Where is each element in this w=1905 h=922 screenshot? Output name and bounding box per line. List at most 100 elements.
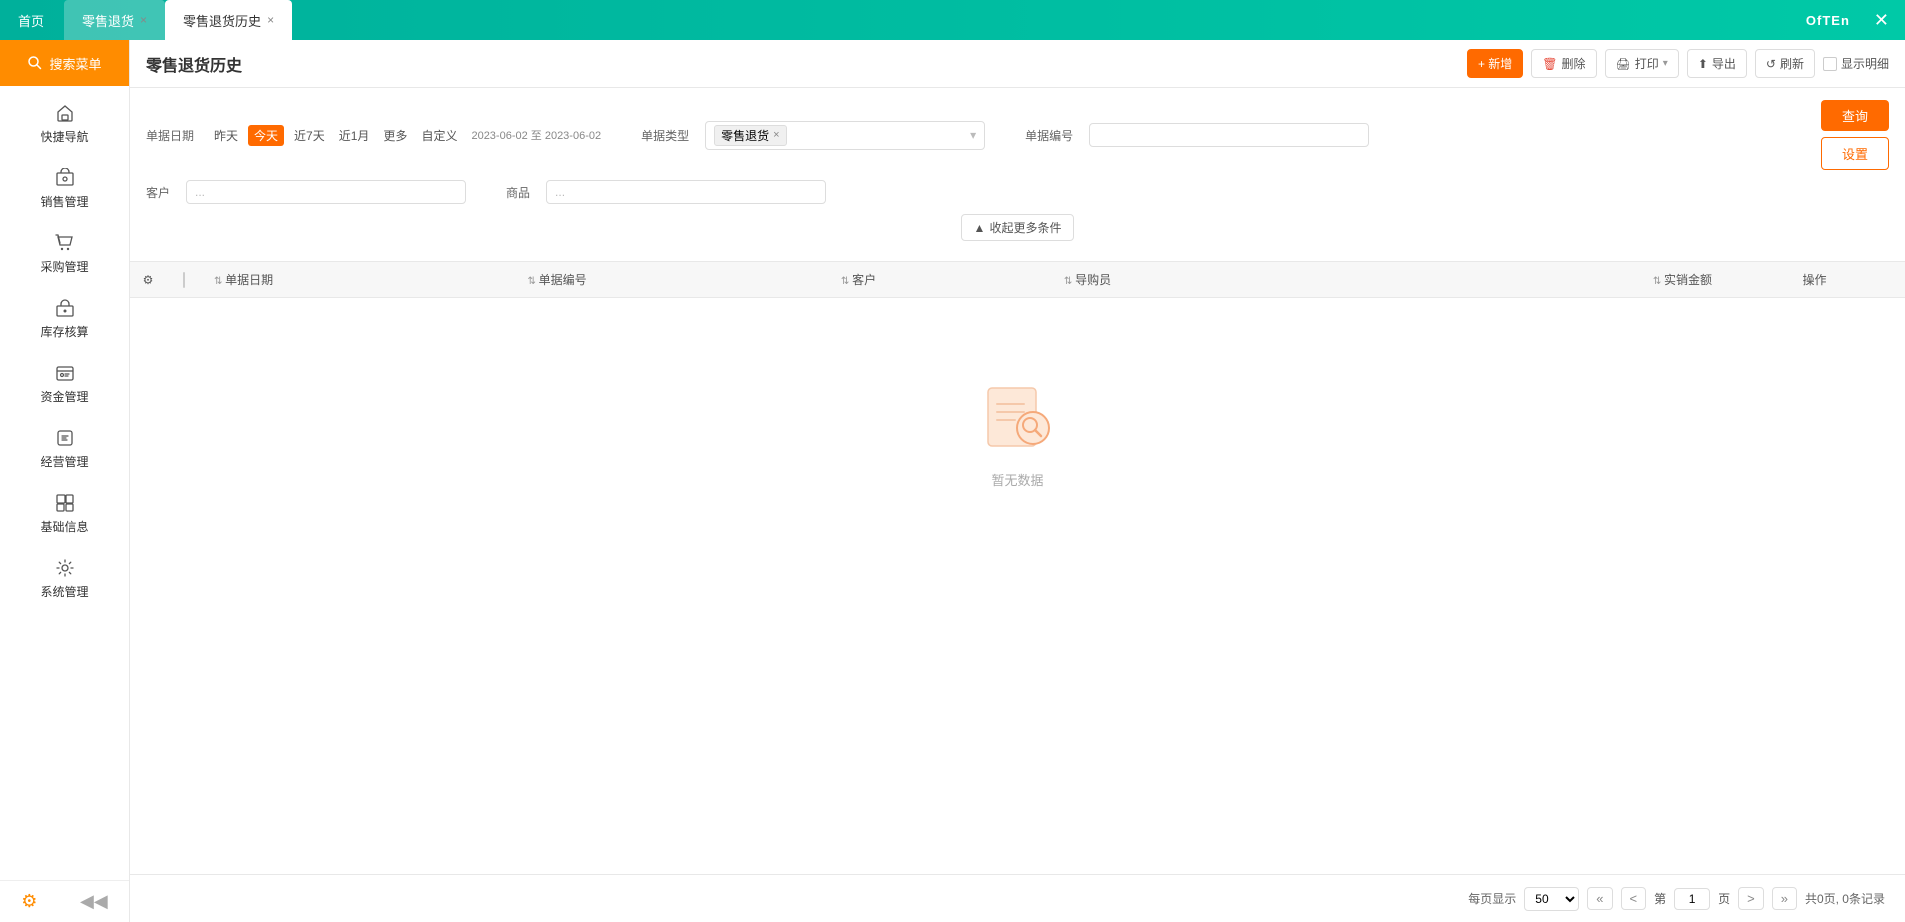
customer-placeholder: ... bbox=[195, 185, 205, 199]
new-button[interactable]: + 新增 bbox=[1467, 49, 1523, 78]
th-doc-date[interactable]: 单据日期 bbox=[202, 262, 515, 298]
export-button[interactable]: ⬆ 导出 bbox=[1687, 49, 1747, 78]
per-page-label: 每页显示 bbox=[1468, 890, 1516, 907]
page-input[interactable] bbox=[1674, 888, 1710, 910]
page-next-button[interactable]: > bbox=[1738, 887, 1764, 910]
th-customer-label: 客户 bbox=[852, 273, 876, 287]
date-filter-label: 单据日期 bbox=[146, 127, 194, 144]
date-opt-yesterday[interactable]: 昨天 bbox=[210, 125, 242, 146]
refresh-button[interactable]: ↺ 刷新 bbox=[1755, 49, 1815, 78]
empty-state-icon bbox=[973, 378, 1063, 458]
doc-type-tag: 零售退货 × bbox=[714, 125, 786, 146]
delete-button[interactable]: 🗑 删除 bbox=[1531, 49, 1596, 78]
sidebar-search-label: 搜索菜单 bbox=[49, 54, 101, 73]
th-doc-no-label: 单据编号 bbox=[539, 273, 587, 287]
sidebar-item-sales[interactable]: 销售管理 bbox=[0, 155, 129, 220]
th-guide[interactable]: 导购员 bbox=[1052, 262, 1320, 298]
th-action-label: 操作 bbox=[1803, 273, 1827, 287]
select-all-checkbox[interactable] bbox=[183, 272, 185, 288]
sidebar-item-basic-info[interactable]: 基础信息 bbox=[0, 480, 129, 545]
print-button[interactable]: 🖨 打印 ▾ bbox=[1605, 49, 1679, 78]
tab-retail-return-close[interactable]: × bbox=[140, 13, 147, 27]
sidebar-search-button[interactable]: 搜索菜单 bbox=[0, 40, 129, 86]
sidebar-item-ops[interactable]: 经营管理 bbox=[0, 415, 129, 480]
empty-state: 暂无数据 bbox=[130, 298, 1905, 569]
doc-type-tag-close[interactable]: × bbox=[773, 129, 779, 141]
th-customer[interactable]: 客户 bbox=[829, 262, 1052, 298]
page-last-button[interactable]: » bbox=[1772, 887, 1797, 910]
customer-filter-label: 客户 bbox=[146, 184, 170, 201]
sidebar-settings-button[interactable]: ⚙ bbox=[21, 891, 37, 912]
basic-info-icon bbox=[54, 492, 76, 514]
finance-icon bbox=[54, 362, 76, 384]
sidebar-item-inventory[interactable]: 库存核算 bbox=[0, 285, 129, 350]
settings-icon[interactable]: ⚙ bbox=[143, 273, 154, 287]
collapse-button[interactable]: ▲ 收起更多条件 bbox=[961, 214, 1075, 241]
sidebar-item-inventory-label: 库存核算 bbox=[40, 323, 88, 340]
th-amount[interactable]: 实销金额 bbox=[1411, 262, 1724, 298]
goods-filter-label: 商品 bbox=[506, 184, 530, 201]
th-checkbox[interactable] bbox=[166, 262, 202, 298]
th-doc-no[interactable]: 单据编号 bbox=[515, 262, 828, 298]
tab-retail-return[interactable]: 零售退货 × bbox=[64, 0, 165, 40]
inventory-icon bbox=[54, 297, 76, 319]
table-wrap: ⚙ 单据日期 单据编号 客户 bbox=[130, 262, 1905, 569]
per-page-select[interactable]: 10 20 50 100 bbox=[1524, 887, 1579, 911]
th-guide-label: 导购员 bbox=[1075, 273, 1111, 287]
filter-area: 单据日期 昨天 今天 近7天 近1月 更多 自定义 2023-06-02 至 2… bbox=[130, 88, 1905, 262]
content-area: 零售退货历史 + 新增 🗑 删除 🖨 打印 ▾ ⬆ 导出 bbox=[130, 40, 1905, 922]
tab-retail-return-history-close[interactable]: × bbox=[267, 13, 274, 27]
sidebar-item-purchase[interactable]: 采购管理 bbox=[0, 220, 129, 285]
filter-row-2: 客户 ... 商品 ... bbox=[146, 180, 1889, 204]
sidebar-item-quick-nav[interactable]: 快捷导航 bbox=[0, 90, 129, 155]
doc-type-select[interactable]: 零售退货 × ▾ bbox=[705, 121, 985, 150]
delete-button-label: 删除 bbox=[1562, 55, 1586, 72]
pagination-bar: 每页显示 10 20 50 100 « < 第 页 > » 共0页, 0条记录 bbox=[130, 874, 1905, 922]
page-first-button[interactable]: « bbox=[1587, 887, 1612, 910]
customer-input[interactable]: ... bbox=[186, 180, 466, 204]
sidebar-item-sales-label: 销售管理 bbox=[40, 193, 88, 210]
th-action: 操作 bbox=[1724, 262, 1905, 298]
top-bar-right: OfTEn ✕ bbox=[1806, 10, 1905, 31]
window-close-button[interactable]: ✕ bbox=[1874, 10, 1889, 31]
doc-no-input[interactable] bbox=[1089, 123, 1369, 147]
sidebar-item-finance[interactable]: 资金管理 bbox=[0, 350, 129, 415]
date-opt-7days[interactable]: 近7天 bbox=[290, 125, 329, 146]
show-detail-text: 显示明细 bbox=[1841, 55, 1889, 72]
tab-home[interactable]: 首页 bbox=[0, 0, 62, 40]
sidebar-item-ops-label: 经营管理 bbox=[40, 453, 88, 470]
data-table: ⚙ 单据日期 单据编号 客户 bbox=[130, 262, 1905, 569]
th-settings[interactable]: ⚙ bbox=[130, 262, 166, 298]
tab-retail-return-history[interactable]: 零售退货历史 × bbox=[165, 0, 292, 40]
table-header-row: ⚙ 单据日期 单据编号 客户 bbox=[130, 262, 1905, 298]
doc-no-label: 单据编号 bbox=[1025, 127, 1073, 144]
top-bar: 首页 零售退货 × 零售退货历史 × OfTEn ✕ bbox=[0, 0, 1905, 40]
tab-retail-return-history-label: 零售退货历史 bbox=[183, 11, 261, 30]
page-header: 零售退货历史 + 新增 🗑 删除 🖨 打印 ▾ ⬆ 导出 bbox=[130, 40, 1905, 88]
refresh-button-label: 刷新 bbox=[1780, 55, 1804, 72]
th-spacer bbox=[1320, 262, 1410, 298]
page-prev-button[interactable]: < bbox=[1621, 887, 1647, 910]
query-button[interactable]: 查询 bbox=[1821, 100, 1889, 131]
brand-label: OfTEn bbox=[1806, 13, 1850, 28]
sidebar-item-system-label: 系统管理 bbox=[40, 583, 88, 600]
date-opt-today[interactable]: 今天 bbox=[248, 125, 284, 146]
search-icon bbox=[27, 55, 43, 71]
empty-state-row: 暂无数据 bbox=[130, 298, 1905, 570]
date-opt-custom[interactable]: 自定义 bbox=[417, 125, 461, 146]
set-button[interactable]: 设置 bbox=[1821, 137, 1889, 170]
th-doc-date-label: 单据日期 bbox=[225, 273, 273, 287]
sales-icon bbox=[54, 167, 76, 189]
tab-list: 首页 零售退货 × 零售退货历史 × bbox=[0, 0, 292, 40]
date-opt-1month[interactable]: 近1月 bbox=[335, 125, 374, 146]
sidebar-item-system[interactable]: 系统管理 bbox=[0, 545, 129, 610]
show-detail-checkbox[interactable] bbox=[1823, 57, 1837, 71]
sidebar: 搜索菜单 快捷导航 bbox=[0, 40, 130, 922]
date-opt-more[interactable]: 更多 bbox=[379, 125, 411, 146]
show-detail-label[interactable]: 显示明细 bbox=[1823, 55, 1889, 72]
filter-actions: 查询 设置 bbox=[1821, 100, 1889, 170]
sidebar-collapse-button[interactable]: ◀◀ bbox=[80, 891, 108, 912]
goods-input[interactable]: ... bbox=[546, 180, 826, 204]
date-options: 昨天 今天 近7天 近1月 更多 自定义 2023-06-02 至 2023-0… bbox=[210, 125, 601, 146]
filter-row-1: 单据日期 昨天 今天 近7天 近1月 更多 自定义 2023-06-02 至 2… bbox=[146, 100, 1889, 170]
